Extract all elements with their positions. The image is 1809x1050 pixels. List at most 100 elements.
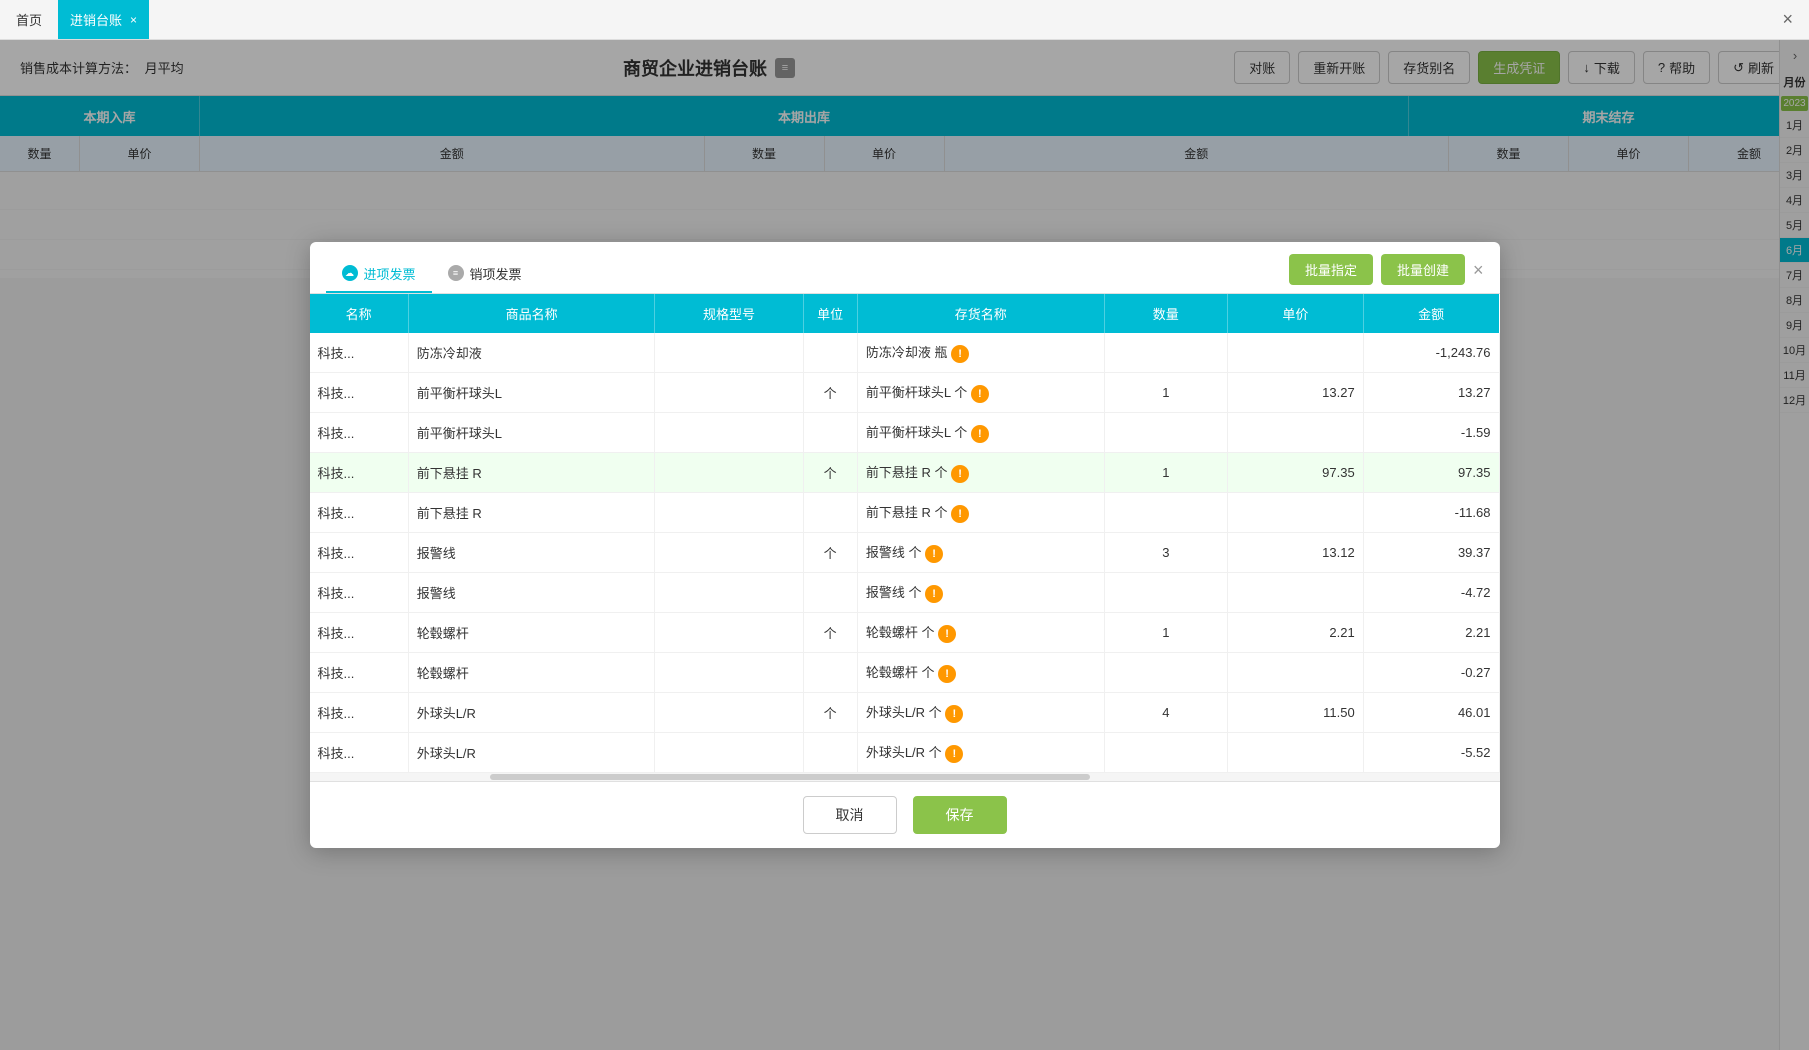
tab-in-invoice[interactable]: ☁ 进项发票 <box>326 256 432 293</box>
cell-unit-price: 97.35 <box>1228 453 1364 493</box>
warning-icon[interactable]: ! <box>925 585 943 603</box>
cell-unit-price <box>1228 733 1364 773</box>
col-header-name: 名称 <box>310 294 409 333</box>
cell-qty: 1 <box>1104 453 1227 493</box>
cell-qty <box>1104 493 1227 533</box>
modal-close-button[interactable]: × <box>1473 261 1484 287</box>
modal-table-wrapper: 名称 商品名称 规格型号 单位 存货名称 数量 单价 金额 科技... 防冻冷却… <box>310 294 1500 773</box>
col-header-amount: 金额 <box>1363 294 1499 333</box>
cell-spec <box>655 373 803 413</box>
cell-qty: 1 <box>1104 613 1227 653</box>
cell-product: 前下悬挂 R <box>408 493 655 533</box>
invoice-table: 名称 商品名称 规格型号 单位 存货名称 数量 单价 金额 科技... 防冻冷却… <box>310 294 1500 773</box>
scrollbar-thumb <box>490 774 1090 780</box>
cell-unit <box>803 413 857 453</box>
cell-unit: 个 <box>803 533 857 573</box>
cell-name: 科技... <box>310 573 409 613</box>
cell-stock: 报警线 个 ! <box>857 573 1104 613</box>
warning-icon[interactable]: ! <box>945 705 963 723</box>
home-label: 首页 <box>16 10 42 29</box>
cell-amount: -5.52 <box>1363 733 1499 773</box>
cell-unit-price <box>1228 653 1364 693</box>
cell-unit-price: 2.21 <box>1228 613 1364 653</box>
cell-unit <box>803 493 857 533</box>
cell-amount: -1,243.76 <box>1363 333 1499 373</box>
table-row: 科技... 前下悬挂 R 前下悬挂 R 个 ! -11.68 <box>310 493 1500 533</box>
cell-product: 轮毂螺杆 <box>408 613 655 653</box>
cell-spec <box>655 693 803 733</box>
cell-name: 科技... <box>310 333 409 373</box>
cell-amount: 39.37 <box>1363 533 1499 573</box>
table-header-row: 名称 商品名称 规格型号 单位 存货名称 数量 单价 金额 <box>310 294 1500 333</box>
cell-name: 科技... <box>310 693 409 733</box>
warning-icon[interactable]: ! <box>938 625 956 643</box>
table-row: 科技... 防冻冷却液 防冻冷却液 瓶 ! -1,243.76 <box>310 333 1500 373</box>
table-row: 科技... 前下悬挂 R 个 前下悬挂 R 个 ! 1 97.35 97.35 <box>310 453 1500 493</box>
cell-spec <box>655 613 803 653</box>
cell-stock: 轮毂螺杆 个 ! <box>857 653 1104 693</box>
batch-specify-button[interactable]: 批量指定 <box>1289 254 1373 285</box>
table-row: 科技... 前平衡杆球头L 前平衡杆球头L 个 ! -1.59 <box>310 413 1500 453</box>
cell-stock: 前下悬挂 R 个 ! <box>857 493 1104 533</box>
cell-spec <box>655 573 803 613</box>
cell-product: 前平衡杆球头L <box>408 373 655 413</box>
cell-amount: -1.59 <box>1363 413 1499 453</box>
table-row: 科技... 报警线 报警线 个 ! -4.72 <box>310 573 1500 613</box>
col-header-spec: 规格型号 <box>655 294 803 333</box>
cell-amount: 13.27 <box>1363 373 1499 413</box>
warning-icon[interactable]: ! <box>951 465 969 483</box>
active-tab[interactable]: 进销台账 × <box>58 0 149 39</box>
tab-out-invoice[interactable]: ≡ 销项发票 <box>432 256 538 293</box>
cell-qty <box>1104 653 1227 693</box>
cell-amount: 46.01 <box>1363 693 1499 733</box>
cell-stock: 外球头L/R 个 ! <box>857 733 1104 773</box>
warning-icon[interactable]: ! <box>925 545 943 563</box>
cell-unit <box>803 653 857 693</box>
cell-unit-price <box>1228 573 1364 613</box>
col-header-unit: 单位 <box>803 294 857 333</box>
cell-amount: -4.72 <box>1363 573 1499 613</box>
warning-icon[interactable]: ! <box>945 745 963 763</box>
cell-product: 前平衡杆球头L <box>408 413 655 453</box>
cell-unit-price <box>1228 333 1364 373</box>
cell-name: 科技... <box>310 613 409 653</box>
cell-product: 前下悬挂 R <box>408 453 655 493</box>
cell-name: 科技... <box>310 373 409 413</box>
cell-name: 科技... <box>310 533 409 573</box>
cell-qty: 1 <box>1104 373 1227 413</box>
main-content: 销售成本计算方法： 月平均 商贸企业进销台账 ≡ 对账 重新开账 存货别名 生成… <box>0 40 1809 1050</box>
cell-name: 科技... <box>310 453 409 493</box>
warning-icon[interactable]: ! <box>971 425 989 443</box>
in-invoice-icon: ☁ <box>342 265 358 281</box>
tab-close-icon[interactable]: × <box>130 13 137 27</box>
warning-icon[interactable]: ! <box>951 505 969 523</box>
cell-amount: 2.21 <box>1363 613 1499 653</box>
window-close-button[interactable]: × <box>1766 9 1809 30</box>
top-bar: 首页 进销台账 × × <box>0 0 1809 40</box>
modal-horizontal-scrollbar[interactable] <box>310 773 1500 781</box>
warning-icon[interactable]: ! <box>971 385 989 403</box>
cell-stock: 前平衡杆球头L 个 ! <box>857 413 1104 453</box>
table-row: 科技... 外球头L/R 个 外球头L/R 个 ! 4 11.50 46.01 <box>310 693 1500 733</box>
cell-unit-price <box>1228 493 1364 533</box>
cell-unit <box>803 733 857 773</box>
cell-product: 轮毂螺杆 <box>408 653 655 693</box>
save-button[interactable]: 保存 <box>913 796 1007 834</box>
cell-product: 报警线 <box>408 533 655 573</box>
cell-qty <box>1104 573 1227 613</box>
cell-name: 科技... <box>310 493 409 533</box>
cell-unit-price: 11.50 <box>1228 693 1364 733</box>
batch-create-button[interactable]: 批量创建 <box>1381 254 1465 285</box>
warning-icon[interactable]: ! <box>951 345 969 363</box>
table-row: 科技... 轮毂螺杆 轮毂螺杆 个 ! -0.27 <box>310 653 1500 693</box>
cell-unit-price: 13.12 <box>1228 533 1364 573</box>
cell-qty: 4 <box>1104 693 1227 733</box>
col-header-qty: 数量 <box>1104 294 1227 333</box>
cell-spec <box>655 333 803 373</box>
out-invoice-icon: ≡ <box>448 265 464 281</box>
cancel-button[interactable]: 取消 <box>803 796 897 834</box>
home-tab[interactable]: 首页 <box>0 0 58 39</box>
warning-icon[interactable]: ! <box>938 665 956 683</box>
cell-unit: 个 <box>803 453 857 493</box>
cell-amount: -11.68 <box>1363 493 1499 533</box>
